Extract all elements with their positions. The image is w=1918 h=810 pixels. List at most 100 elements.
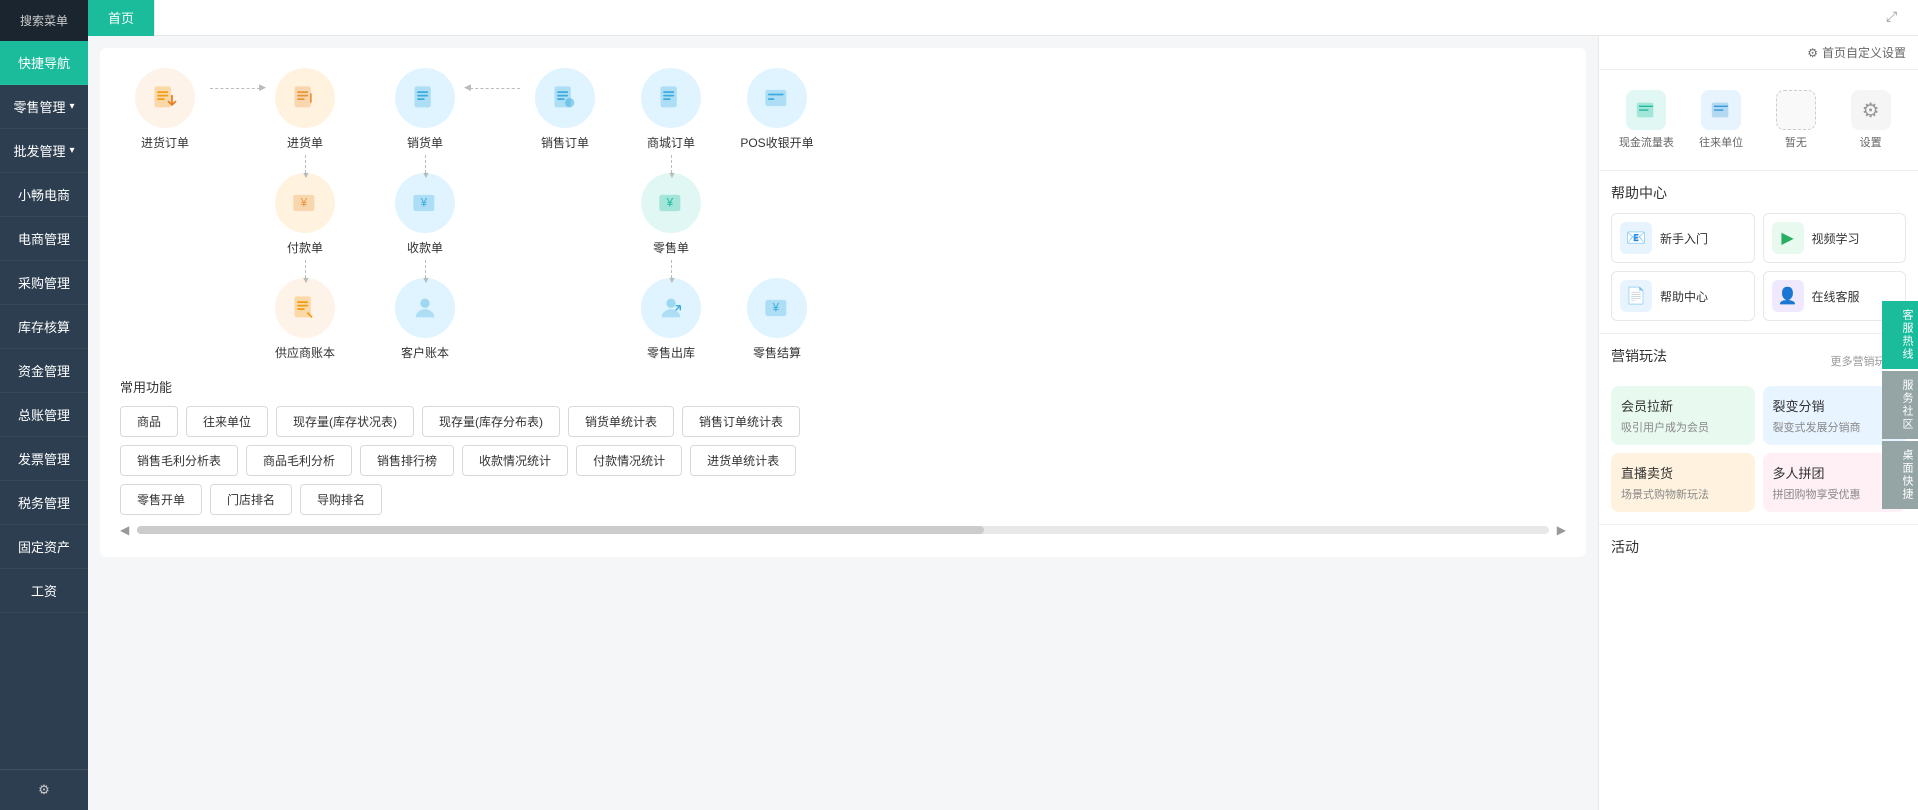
node-sales-order[interactable]: 销售订单 [520,68,610,151]
func-btn-stock1[interactable]: 现存量(库存状况表) [276,406,414,437]
help-item-video[interactable]: ▶ 视频学习 [1763,213,1907,263]
node-purchase[interactable]: 进货单 [260,68,350,151]
partners-icon [1701,90,1741,130]
sidebar-item-tax[interactable]: 税务管理 [0,481,88,525]
sidebar-item-label: 总账管理 [18,405,70,424]
scroll-left-button[interactable]: ◀ [120,523,129,537]
marketing-item-member[interactable]: 会员拉新 吸引用户成为会员 [1611,386,1755,445]
node-payment[interactable]: ¥ 付款单 [260,173,350,256]
customize-label[interactable]: 首页自定义设置 [1822,44,1906,61]
node-mall-order[interactable]: 商城订单 [626,68,716,151]
help-center-section: 帮助中心 📧 新手入门 ▶ 视频学习 📄 帮助中心 👤 [1599,171,1918,334]
none-icon [1776,90,1816,130]
help-item-help[interactable]: 📄 帮助中心 [1611,271,1755,321]
sidebar-item-retail[interactable]: 零售管理 ▾ [0,85,88,129]
func-btn-sales-order-stat[interactable]: 销售订单统计表 [682,406,800,437]
func-btn-profit2[interactable]: 商品毛利分析 [246,445,352,476]
node-sales[interactable]: 销货单 [380,68,470,151]
func-btn-sales-stat[interactable]: 销货单统计表 [568,406,674,437]
left-panel: 进货订单 ▶ [88,36,1598,810]
sidebar-search[interactable]: 搜索菜单 [0,0,88,41]
func-btn-guide-rank[interactable]: 导购排名 [300,484,382,515]
node-retail[interactable]: ¥ 零售单 [626,173,716,256]
sidebar-settings[interactable]: ⚙ [0,769,88,810]
scroll-track[interactable] [137,526,1549,534]
func-btn-receipt-stat[interactable]: 收款情况统计 [462,445,568,476]
sidebar-item-label: 零售管理 [13,97,65,116]
node-receipt[interactable]: ¥ 收款单 [380,173,470,256]
marketing-section: 营销玩法 更多营销玩法 > 会员拉新 吸引用户成为会员 裂变分销 裂变式发展分销… [1599,334,1918,525]
sidebar-item-finance[interactable]: 资金管理 [0,349,88,393]
func-btn-payment-stat[interactable]: 付款情况统计 [576,445,682,476]
float-buttons: 客服热线 服务社区 桌面快捷 [1882,301,1918,509]
sidebar-item-label: 库存核算 [18,317,70,336]
help-label: 帮助中心 [1660,288,1708,305]
sidebar-item-label: 电商管理 [18,229,70,248]
quick-btn-partners[interactable]: 往来单位 [1686,82,1757,158]
sidebar-nav-home[interactable]: 快捷导航 [0,41,88,85]
service-icon: 👤 [1772,280,1804,312]
sidebar-item-ledger[interactable]: 总账管理 [0,393,88,437]
func-btn-partners[interactable]: 往来单位 [186,406,268,437]
node-pos[interactable]: POS收银开单 [732,68,822,151]
marketing-title: 营销玩法 [1611,346,1667,366]
sidebar-item-salary[interactable]: 工资 [0,569,88,613]
func-btn-profit1[interactable]: 销售毛利分析表 [120,445,238,476]
help-item-beginner[interactable]: 📧 新手入门 [1611,213,1755,263]
settings-label: 设置 [1860,134,1882,150]
sidebar-item-purchase[interactable]: 采购管理 [0,261,88,305]
beginner-icon: 📧 [1620,222,1652,254]
fullscreen-button[interactable]: ⤢ [1886,8,1906,28]
func-btn-goods[interactable]: 商品 [120,406,178,437]
svg-text:¥: ¥ [772,302,780,315]
node-retail-settle[interactable]: ¥ 零售结算 [732,278,822,361]
sidebar-item-label: 小畅电商 [18,185,70,204]
quick-btn-none[interactable]: 暂无 [1761,82,1832,158]
func-btn-retail-order[interactable]: 零售开单 [120,484,202,515]
tab-home[interactable]: 首页 [88,0,155,36]
sidebar-item-ecom-small[interactable]: 小畅电商 [0,173,88,217]
sidebar-item-label: 固定资产 [18,537,70,556]
customize-header: ⚙ 首页自定义设置 [1599,36,1918,70]
quick-buttons-grid: 现金流量表 往来单位 暂无 ⚙ 设 [1599,70,1918,171]
node-retail-out[interactable]: 零售出库 [626,278,716,361]
chevron-down-icon: ▾ [69,145,74,156]
svg-text:¥: ¥ [300,197,308,210]
func-btn-stock2[interactable]: 现存量(库存分布表) [422,406,560,437]
fission-desc: 裂变式发展分销商 [1773,419,1897,435]
marketing-item-live[interactable]: 直播卖货 场景式购物新玩法 [1611,453,1755,512]
sidebar-nav-label: 快捷导航 [18,53,70,72]
sidebar-item-invoice[interactable]: 发票管理 [0,437,88,481]
group-desc: 拼团购物享受优惠 [1773,486,1897,502]
func-btn-purchase-stat[interactable]: 进货单统计表 [690,445,796,476]
sidebar-item-inventory[interactable]: 库存核算 [0,305,88,349]
node-supplier-book[interactable]: 供应商账本 [260,278,350,361]
chevron-down-icon: ▾ [69,101,74,112]
scroll-right-button[interactable]: ▶ [1557,523,1566,537]
node-purchase-order[interactable]: 进货订单 [120,68,210,151]
sidebar-item-label: 采购管理 [18,273,70,292]
func-row-3: 零售开单 门店排名 导购排名 [120,484,1566,515]
sidebar-item-ecom[interactable]: 电商管理 [0,217,88,261]
float-btn-desktop[interactable]: 桌面快捷 [1882,441,1918,509]
sidebar-item-wholesale[interactable]: 批发管理 ▾ [0,129,88,173]
live-title: 直播卖货 [1621,463,1745,482]
main-area: 首页 ⤢ [88,0,1918,810]
fission-title: 裂变分销 [1773,396,1897,415]
marketing-header: 营销玩法 更多营销玩法 > [1611,346,1906,376]
svg-text:¥: ¥ [420,197,428,210]
float-btn-community[interactable]: 服务社区 [1882,371,1918,439]
func-btn-store-rank[interactable]: 门店排名 [210,484,292,515]
common-func-title: 常用功能 [120,377,1566,396]
live-desc: 场景式购物新玩法 [1621,486,1745,502]
scroll-thumb [137,526,984,534]
scroll-bar: ◀ ▶ [120,523,1566,537]
quick-btn-cashflow[interactable]: 现金流量表 [1611,82,1682,158]
func-row-2: 销售毛利分析表 商品毛利分析 销售排行榜 收款情况统计 付款情况统计 进货单统计… [120,445,1566,476]
float-btn-service[interactable]: 客服热线 [1882,301,1918,369]
sidebar-item-assets[interactable]: 固定资产 [0,525,88,569]
video-label: 视频学习 [1812,230,1860,247]
quick-btn-settings[interactable]: ⚙ 设置 [1835,82,1906,158]
func-btn-ranking[interactable]: 销售排行榜 [360,445,454,476]
node-customer-book[interactable]: 客户账本 [380,278,470,361]
